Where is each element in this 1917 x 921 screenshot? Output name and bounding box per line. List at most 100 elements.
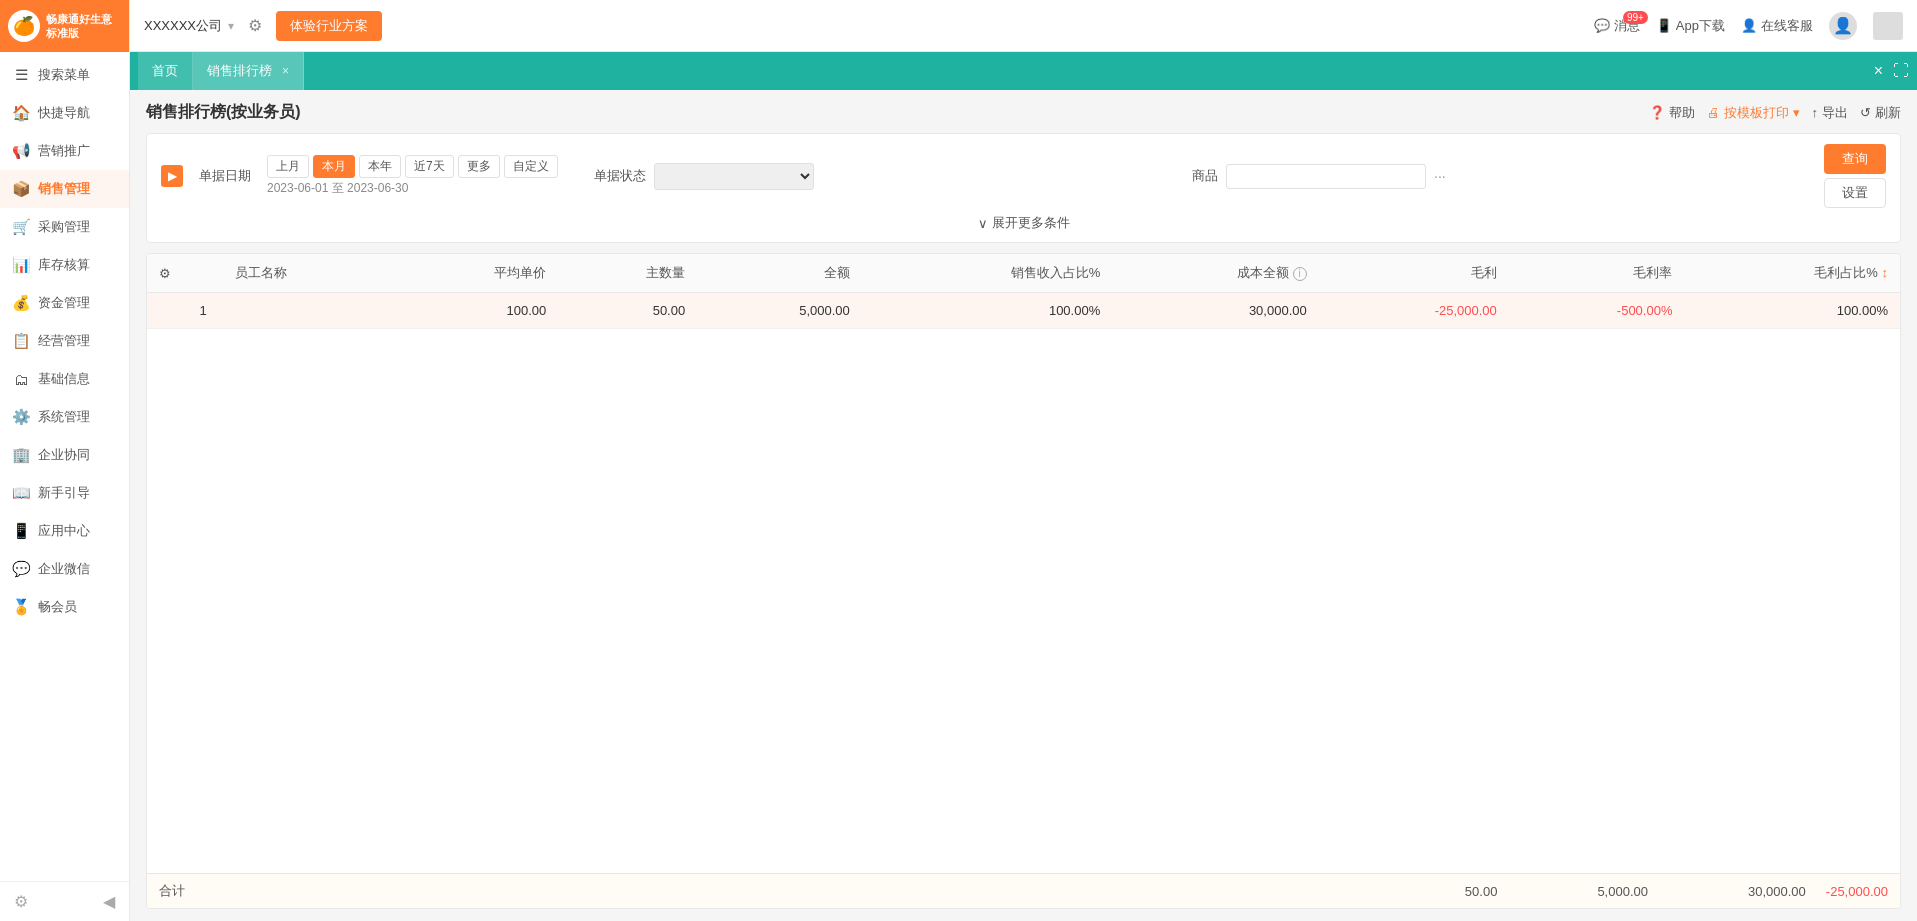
sidebar-item-marketing[interactable]: 📢 营销推广 (0, 132, 129, 170)
online-service-button[interactable]: 👤 在线客服 (1741, 17, 1813, 35)
date-btn-this-month[interactable]: 本月 (313, 155, 355, 178)
settings-button[interactable]: 设置 (1824, 178, 1886, 208)
service-icon: 👤 (1741, 18, 1757, 33)
content-area: 销售排行榜(按业务员) ❓ 帮助 🖨 按模板打印 ▾ ↑ 导出 (130, 90, 1917, 921)
tab-home[interactable]: 首页 (138, 52, 193, 90)
footer-total-qty: 50.00 (1465, 884, 1498, 899)
logo-icon: 🍊 (8, 10, 40, 42)
sidebar: 🍊 畅康通好生意 标准版 ☰ 搜索菜单 🏠 快捷导航 📢 营销推广 📦 销售管理… (0, 0, 130, 921)
filter-toggle-arrow[interactable]: ▶ (161, 165, 183, 187)
date-btn-custom[interactable]: 自定义 (504, 155, 558, 178)
header-settings-icon[interactable]: ⚙ (248, 16, 262, 35)
settings-footer-icon[interactable]: ⚙ (14, 892, 28, 911)
date-range-text: 2023-06-01 至 2023-06-30 (267, 180, 558, 197)
sidebar-item-inventory[interactable]: 📊 库存核算 (0, 246, 129, 284)
row-gross-cell: -25,000.00 (1319, 293, 1509, 329)
th-gross: 毛利 (1319, 254, 1509, 293)
sidebar-item-member[interactable]: 🏅 畅会员 (0, 588, 129, 626)
sidebar-item-operations[interactable]: 📋 经营管理 (0, 322, 129, 360)
sidebar-item-wechat[interactable]: 💬 企业微信 (0, 550, 129, 588)
home-tab-label: 首页 (152, 62, 178, 80)
sidebar-item-purchase[interactable]: 🛒 采购管理 (0, 208, 129, 246)
th-cost: 成本全额 i (1112, 254, 1319, 293)
row-avg-price-cell: 100.00 (391, 293, 559, 329)
query-button[interactable]: 查询 (1824, 144, 1886, 174)
date-btn-more[interactable]: 更多 (458, 155, 500, 178)
cost-info-icon[interactable]: i (1293, 267, 1307, 281)
more-filter-dots[interactable]: ··· (1434, 168, 1446, 184)
top-header: XXXXXX公司 ▾ ⚙ 体验行业方案 💬 消息 99+ 📱 App下载 👤 在… (130, 0, 1917, 52)
sidebar-item-basic[interactable]: 🗂 基础信息 (0, 360, 129, 398)
filter-btn-group: 查询 设置 (1824, 144, 1886, 208)
search-menu-icon: ☰ (12, 66, 30, 84)
gross-pct-sort-icon[interactable]: ↕ (1882, 265, 1889, 280)
sidebar-item-search[interactable]: ☰ 搜索菜单 (0, 56, 129, 94)
status-label: 单据状态 (594, 167, 646, 185)
row-sales-pct-cell: 100.00% (862, 293, 1112, 329)
print-icon: 🖨 (1707, 105, 1720, 120)
system-icon: ⚙️ (12, 408, 30, 426)
tab-sales-ranking[interactable]: 销售排行榜 × (193, 52, 304, 90)
footer-total-gross: -25,000.00 (1826, 884, 1888, 899)
export-button[interactable]: ↑ 导出 (1812, 104, 1849, 122)
row-amount-cell: 5,000.00 (697, 293, 862, 329)
column-settings-icon[interactable]: ⚙ (159, 266, 171, 281)
tab-close-all-icon[interactable]: × (1874, 62, 1883, 80)
collapse-icon[interactable]: ◀ (103, 892, 115, 911)
filter-area: ▶ 单据日期 上月 本月 本年 近7天 更多 自定义 2023-06-01 至 … (146, 133, 1901, 243)
th-name: 员工名称 (223, 254, 391, 293)
date-buttons: 上月 本月 本年 近7天 更多 自定义 (267, 155, 558, 178)
app-icon: 📱 (1656, 18, 1672, 33)
footer-total-label: 合计 (159, 882, 185, 900)
th-gross-pct: 毛利占比% ↕ (1684, 254, 1900, 293)
tab-maximize-icon[interactable]: ⛶ (1893, 62, 1909, 80)
refresh-button[interactable]: ↺ 刷新 (1860, 104, 1901, 122)
sidebar-item-finance[interactable]: 💰 资金管理 (0, 284, 129, 322)
print-dropdown-icon: ▾ (1793, 105, 1800, 120)
inventory-icon: 📊 (12, 256, 30, 274)
date-btn-this-year[interactable]: 本年 (359, 155, 401, 178)
wechat-icon: 💬 (12, 560, 30, 578)
goods-filter-group: 商品 ··· (1192, 164, 1446, 189)
print-button[interactable]: 🖨 按模板打印 ▾ (1707, 104, 1800, 122)
finance-icon: 💰 (12, 294, 30, 312)
status-filter-group: 单据状态 (594, 163, 814, 190)
marketing-icon: 📢 (12, 142, 30, 160)
data-table-wrap: ⚙ 员工名称 平均单价 主数量 全额 销售收入占比% 成本全额 i (146, 253, 1901, 909)
status-select[interactable] (654, 163, 814, 190)
company-selector[interactable]: XXXXXX公司 ▾ (144, 17, 234, 35)
help-button[interactable]: ❓ 帮助 (1649, 104, 1695, 122)
logo-text: 畅康通好生意 标准版 (46, 12, 112, 41)
export-icon: ↑ (1812, 105, 1819, 120)
sales-icon: 📦 (12, 180, 30, 198)
table-footer: 合计 50.00 5,000.00 30,000.00 -25,000.00 (147, 873, 1900, 908)
trial-button[interactable]: 体验行业方案 (276, 11, 382, 41)
sidebar-item-sales[interactable]: 📦 销售管理 (0, 170, 129, 208)
footer-total-cost: 30,000.00 (1748, 884, 1806, 899)
sidebar-item-shortcut[interactable]: 🏠 快捷导航 (0, 94, 129, 132)
header-right: 💬 消息 99+ 📱 App下载 👤 在线客服 👤 (1594, 12, 1903, 40)
filter-row-1: ▶ 单据日期 上月 本月 本年 近7天 更多 自定义 2023-06-01 至 … (161, 144, 1886, 208)
message-icon: 💬 (1594, 18, 1610, 33)
sidebar-item-enterprise[interactable]: 🏢 企业协同 (0, 436, 129, 474)
date-label: 单据日期 (199, 167, 251, 185)
main-area: XXXXXX公司 ▾ ⚙ 体验行业方案 💬 消息 99+ 📱 App下载 👤 在… (130, 0, 1917, 921)
row-gross-rate-cell: -500.00% (1509, 293, 1685, 329)
tab-close-icon[interactable]: × (282, 64, 289, 78)
page-title-bar: 销售排行榜(按业务员) ❓ 帮助 🖨 按模板打印 ▾ ↑ 导出 (146, 102, 1901, 123)
user-name-plate (1873, 12, 1903, 40)
table-scroll: ⚙ 员工名称 平均单价 主数量 全额 销售收入占比% 成本全额 i (147, 254, 1900, 873)
sidebar-item-guide[interactable]: 📖 新手引导 (0, 474, 129, 512)
app-download-button[interactable]: 📱 App下载 (1656, 17, 1725, 35)
message-button[interactable]: 💬 消息 99+ (1594, 17, 1640, 35)
expand-more-conditions[interactable]: ∨ 展开更多条件 (161, 214, 1886, 232)
sidebar-item-apps[interactable]: 📱 应用中心 (0, 512, 129, 550)
goods-input[interactable] (1226, 164, 1426, 189)
date-btn-last-month[interactable]: 上月 (267, 155, 309, 178)
user-avatar[interactable]: 👤 (1829, 12, 1857, 40)
help-icon: ❓ (1649, 105, 1665, 120)
page-title: 销售排行榜(按业务员) (146, 102, 301, 123)
sidebar-item-system[interactable]: ⚙️ 系统管理 (0, 398, 129, 436)
row-name-cell (223, 293, 391, 329)
date-btn-last-7days[interactable]: 近7天 (405, 155, 454, 178)
